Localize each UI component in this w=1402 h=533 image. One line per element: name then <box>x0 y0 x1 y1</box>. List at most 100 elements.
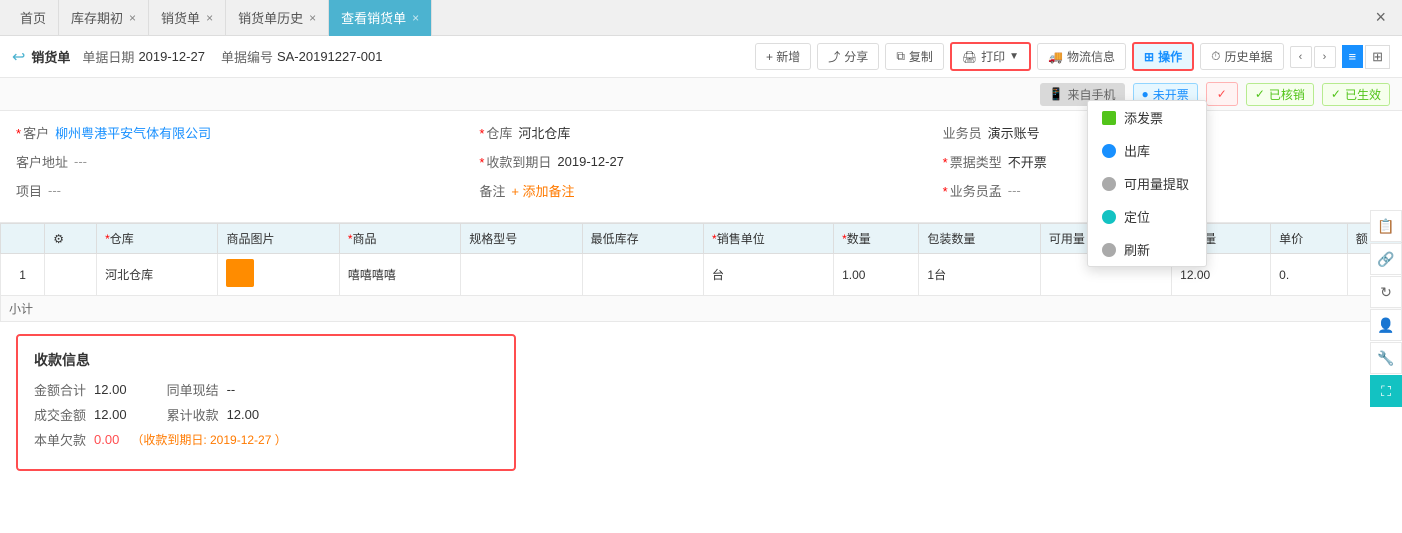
dropdown-item-locate[interactable]: 定位 <box>1088 200 1206 233</box>
tab-sales-history-close[interactable]: × <box>309 11 316 25</box>
expand-icon: ⛶ <box>1381 383 1391 400</box>
print-icon: 🖨 <box>962 50 977 64</box>
tab-view-sales-close[interactable]: × <box>412 11 419 25</box>
col-min-stock: 最低库存 <box>582 224 703 254</box>
right-icon-4[interactable]: 👤 <box>1370 309 1402 341</box>
tab-inventory-init[interactable]: 库存期初 × <box>59 0 149 36</box>
address-field: 客户地址 --- <box>16 152 459 171</box>
cancel-button[interactable]: ✓ 已核销 <box>1246 83 1314 106</box>
payment-date-label: 收款到期日 <box>479 152 551 171</box>
right-icon-6[interactable]: ⛶ <box>1370 375 1402 407</box>
effect-button[interactable]: ✓ 已生效 <box>1322 83 1390 106</box>
col-spec: 规格型号 <box>461 224 582 254</box>
dropdown-item-outbound[interactable]: 出库 <box>1088 134 1206 167</box>
address-label: 客户地址 <box>16 152 68 171</box>
list-view-icon[interactable]: ≡ <box>1342 45 1364 68</box>
logistics-button[interactable]: 🚚 物流信息 <box>1037 43 1126 70</box>
doc-number-field: 单据编号 SA-20191227-001 <box>221 47 383 66</box>
doc-date-label: 单据日期 <box>82 47 134 66</box>
tab-bar: 首页 库存期初 × 销货单 × 销货单历史 × 查看销货单 × × <box>0 0 1402 36</box>
right-icon-5[interactable]: 🔧 <box>1370 342 1402 374</box>
operation-button[interactable]: ⊞ 操作 <box>1132 42 1194 71</box>
add-notes-button[interactable]: + 添加备注 <box>511 181 574 200</box>
doc-number-value: SA-20191227-001 <box>277 49 383 64</box>
row-image <box>218 254 339 296</box>
add-invoice-label: 添发票 <box>1124 108 1163 127</box>
outbound-label: 出库 <box>1124 141 1150 160</box>
toolbar-actions: + 新增 ⤴ 分享 ⧉ 复制 🖨 打印 ▼ 🚚 物流信息 <box>755 42 1390 71</box>
cumulative-label: 累计收款 <box>167 405 219 424</box>
history-button[interactable]: ⏱ 历史单据 <box>1200 43 1283 70</box>
cancel-label: 已核销 <box>1269 86 1305 103</box>
row-num: 1 <box>1 254 45 296</box>
employee-value: 演示账号 <box>988 123 1040 142</box>
new-button[interactable]: + 新增 <box>755 43 811 70</box>
same-order-value: -- <box>227 382 236 397</box>
customer-value[interactable]: 柳州粤港平安气体有限公司 <box>55 123 211 142</box>
next-arrow[interactable]: › <box>1314 46 1336 68</box>
total-field: 金额合计 12.00 <box>34 380 127 399</box>
right-icon-3[interactable]: ↻ <box>1370 276 1402 308</box>
nav-arrows: ‹ › <box>1290 46 1336 68</box>
col-qty: *数量 <box>834 224 919 254</box>
row-unit: 台 <box>704 254 834 296</box>
tab-bar-close-button[interactable]: × <box>1367 7 1394 28</box>
payment-row-2: 成交金额 12.00 累计收款 12.00 <box>34 405 498 424</box>
warehouse-label: 仓库 <box>479 123 512 142</box>
tab-sales-order[interactable]: 销货单 × <box>149 0 226 36</box>
sales-order-icon: ↩ <box>12 47 25 67</box>
doc-number-label: 单据编号 <box>221 47 273 66</box>
right-icon-2[interactable]: 🔗 <box>1370 243 1402 275</box>
total-value: 12.00 <box>94 382 127 397</box>
payment-date-field: 收款到期日 2019-12-27 <box>479 152 922 171</box>
deal-label: 成交金额 <box>34 405 86 424</box>
col-product: *商品 <box>339 224 460 254</box>
row-min-stock <box>582 254 703 296</box>
tab-inventory-init-label: 库存期初 <box>71 8 123 27</box>
invoice-value: 不开票 <box>1008 152 1047 171</box>
tab-home[interactable]: 首页 <box>8 0 59 36</box>
warehouse-field: 仓库 河北仓库 <box>479 123 922 142</box>
salesperson-label: 业务员孟 <box>943 181 1002 200</box>
tab-view-sales[interactable]: 查看销货单 × <box>329 0 432 36</box>
subtotal-label: 小计 <box>1 296 1402 322</box>
tab-sales-order-close[interactable]: × <box>206 11 213 25</box>
copy-button[interactable]: ⧉ 复制 <box>885 43 944 70</box>
project-field: 项目 --- <box>16 181 459 200</box>
print-button[interactable]: 🖨 打印 ▼ <box>950 42 1031 71</box>
effect-icon: ✓ <box>1331 87 1341 101</box>
salesperson-value: --- <box>1008 183 1021 198</box>
dropdown-item-add-invoice[interactable]: 添发票 <box>1088 101 1206 134</box>
grid-view-icon[interactable]: ⊞ <box>1365 45 1390 69</box>
refresh-icon <box>1102 243 1116 257</box>
main-toolbar: ↩ 销货单 单据日期 2019-12-27 单据编号 SA-20191227-0… <box>0 36 1402 78</box>
payment-info-box: 收款信息 金额合计 12.00 同单现结 -- 成交金额 12.00 累计收款 <box>16 334 516 471</box>
col-image: 商品图片 <box>218 224 339 254</box>
tab-view-sales-label: 查看销货单 <box>341 8 406 27</box>
share-button[interactable]: ⤴ 分享 <box>817 43 879 70</box>
same-order-label: 同单现结 <box>167 380 219 399</box>
dropdown-item-avail-extract[interactable]: 可用量提取 <box>1088 167 1206 200</box>
dropdown-item-refresh[interactable]: 刷新 <box>1088 233 1206 266</box>
product-image <box>226 259 254 287</box>
share-label: 分享 <box>844 48 868 65</box>
tab-sales-history[interactable]: 销货单历史 × <box>226 0 329 36</box>
employee-label: 业务员 <box>943 123 982 142</box>
check-icon: ✓ <box>1217 87 1227 101</box>
due-date-note: （收款到期日: 2019-12-27 ） <box>131 431 286 448</box>
add-invoice-icon <box>1102 111 1116 125</box>
refresh-round-icon: ↻ <box>1380 284 1392 301</box>
tool-icon: 🔧 <box>1377 350 1394 367</box>
history-icon: ⏱ <box>1211 49 1220 64</box>
tab-inventory-init-close[interactable]: × <box>129 11 136 25</box>
cancel-icon: ✓ <box>1255 87 1265 101</box>
deal-field: 成交金额 12.00 <box>34 405 127 424</box>
avail-extract-icon <box>1102 177 1116 191</box>
project-label: 项目 <box>16 181 42 200</box>
total-label: 金额合计 <box>34 380 86 399</box>
right-icon-1[interactable]: 📋 <box>1370 210 1402 242</box>
share-icon: ⤴ <box>828 48 840 65</box>
prev-arrow[interactable]: ‹ <box>1290 46 1312 68</box>
check-icon-button[interactable]: ✓ <box>1206 82 1238 106</box>
operation-grid-icon: ⊞ <box>1144 50 1154 64</box>
